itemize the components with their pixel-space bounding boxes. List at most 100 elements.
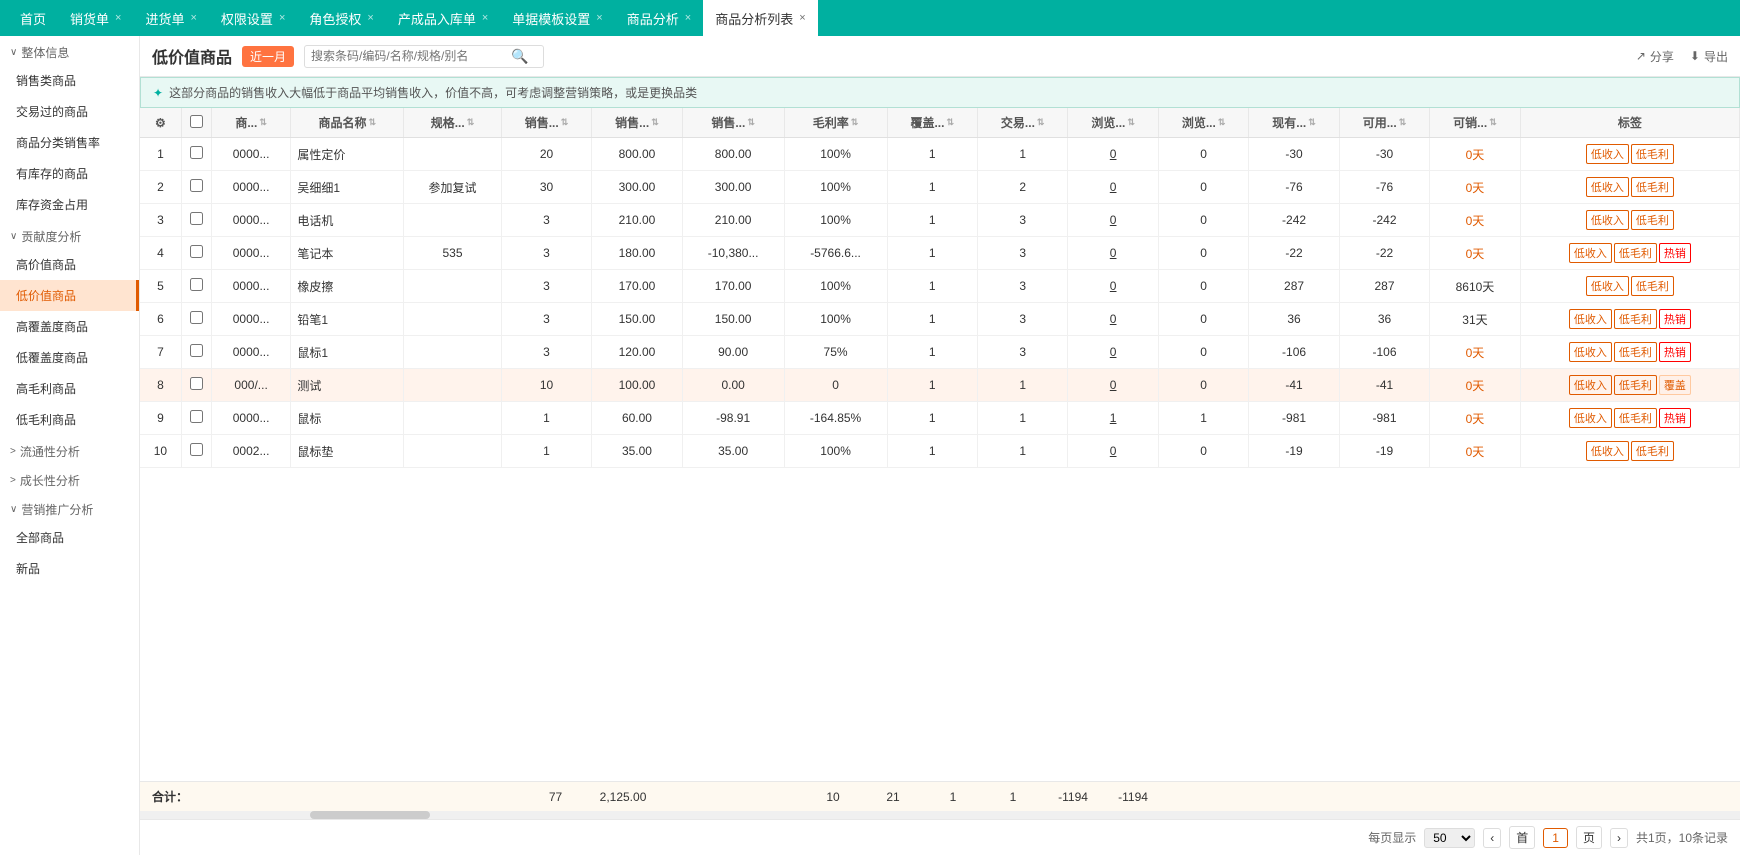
browse-count1[interactable]: 0 [1068, 336, 1158, 369]
browse-count1[interactable]: 0 [1068, 138, 1158, 171]
row-checkbox-cell[interactable] [181, 270, 211, 303]
row-checkbox-cell[interactable] [181, 402, 211, 435]
sort-icon[interactable]: ⇅ [259, 117, 267, 128]
search-icon[interactable]: 🔍 [511, 48, 528, 65]
filter-recent-month-button[interactable]: 近一月 [242, 46, 294, 67]
browse-count[interactable]: 0 [1110, 147, 1117, 161]
sidebar-group-growth[interactable]: > 成长性分析 [0, 464, 139, 493]
export-button[interactable]: ⬇ 导出 [1690, 48, 1728, 65]
sort-icon[interactable]: ⇅ [1489, 117, 1497, 128]
close-icon[interactable]: × [685, 12, 691, 24]
browse-count[interactable]: 0 [1110, 378, 1117, 392]
close-icon[interactable]: × [482, 12, 488, 24]
row-checkbox-cell[interactable] [181, 237, 211, 270]
browse-count1[interactable]: 0 [1068, 369, 1158, 402]
row-checkbox-cell[interactable] [181, 171, 211, 204]
share-button[interactable]: ↗ 分享 [1636, 48, 1674, 65]
sort-icon[interactable]: ⇅ [467, 117, 475, 128]
close-icon[interactable]: × [799, 12, 805, 24]
sort-icon[interactable]: ⇅ [651, 117, 659, 128]
sort-icon[interactable]: ⇅ [369, 117, 377, 128]
browse-count[interactable]: 1 [1110, 411, 1117, 425]
row-checkbox-cell[interactable] [181, 435, 211, 468]
close-icon[interactable]: × [115, 12, 121, 24]
browse-count1[interactable]: 0 [1068, 270, 1158, 303]
browse-count1[interactable]: 0 [1068, 171, 1158, 204]
sidebar-item-high-margin[interactable]: 高毛利商品 [0, 373, 139, 404]
nav-role-auth[interactable]: 角色授权 × [297, 0, 385, 36]
nav-finished-goods[interactable]: 产成品入库单 × [386, 0, 500, 36]
nav-home[interactable]: 首页 [8, 0, 58, 36]
nav-permission[interactable]: 权限设置 × [209, 0, 297, 36]
close-icon[interactable]: × [279, 12, 285, 24]
sidebar-item-low-margin[interactable]: 低毛利商品 [0, 404, 139, 435]
close-icon[interactable]: × [190, 12, 196, 24]
sort-icon[interactable]: ⇅ [1127, 117, 1135, 128]
row-checkbox[interactable] [190, 443, 203, 456]
row-checkbox[interactable] [190, 377, 203, 390]
sidebar-item-low-coverage[interactable]: 低覆盖度商品 [0, 342, 139, 373]
row-checkbox[interactable] [190, 146, 203, 159]
sidebar-group-overall[interactable]: ∨ 整体信息 [0, 36, 139, 65]
prev-page-button[interactable]: 首 [1509, 826, 1535, 849]
sidebar-item-category-sales-rate[interactable]: 商品分类销售率 [0, 127, 139, 158]
sort-icon[interactable]: ⇅ [1218, 117, 1226, 128]
browse-count1[interactable]: 0 [1068, 237, 1158, 270]
sort-icon[interactable]: ⇅ [747, 117, 755, 128]
sort-icon[interactable]: ⇅ [561, 117, 569, 128]
horizontal-scrollbar[interactable] [140, 811, 1740, 819]
row-checkbox[interactable] [190, 212, 203, 225]
next-page-button[interactable]: 页 [1576, 826, 1602, 849]
row-checkbox[interactable] [190, 245, 203, 258]
browse-count1[interactable]: 0 [1068, 435, 1158, 468]
sidebar-item-sales-products[interactable]: 销售类商品 [0, 65, 139, 96]
sort-icon[interactable]: ⇅ [1399, 117, 1407, 128]
browse-count1[interactable]: 0 [1068, 303, 1158, 336]
first-page-button[interactable]: ‹ [1483, 828, 1501, 848]
sidebar-item-traded-products[interactable]: 交易过的商品 [0, 96, 139, 127]
nav-purchase-order[interactable]: 进货单 × [133, 0, 208, 36]
per-page-select[interactable]: 50 100 200 [1424, 828, 1475, 848]
sort-icon[interactable]: ⇅ [946, 117, 954, 128]
sidebar-item-inventory-capital[interactable]: 库存资金占用 [0, 189, 139, 220]
row-checkbox-cell[interactable] [181, 204, 211, 237]
browse-count[interactable]: 0 [1110, 180, 1117, 194]
row-checkbox-cell[interactable] [181, 369, 211, 402]
sidebar-item-new-products[interactable]: 新品 [0, 553, 139, 584]
row-checkbox-cell[interactable] [181, 138, 211, 171]
col-settings[interactable]: ⚙ [140, 108, 181, 138]
row-checkbox[interactable] [190, 278, 203, 291]
browse-count[interactable]: 0 [1110, 312, 1117, 326]
browse-count1[interactable]: 0 [1068, 204, 1158, 237]
sidebar-group-circulation[interactable]: > 流通性分析 [0, 435, 139, 464]
sidebar-group-contribution[interactable]: ∨ 贡献度分析 [0, 220, 139, 249]
row-checkbox[interactable] [190, 179, 203, 192]
sidebar-item-low-value[interactable]: 低价值商品 [0, 280, 139, 311]
browse-count1[interactable]: 1 [1068, 402, 1158, 435]
nav-product-analysis-list[interactable]: 商品分析列表 × [703, 0, 817, 36]
browse-count[interactable]: 0 [1110, 246, 1117, 260]
row-checkbox-cell[interactable] [181, 336, 211, 369]
browse-count[interactable]: 0 [1110, 345, 1117, 359]
search-input[interactable] [311, 49, 511, 63]
sort-icon[interactable]: ⇅ [1037, 117, 1045, 128]
scrollbar-thumb[interactable] [310, 811, 430, 819]
sidebar-group-marketing[interactable]: ∨ 营销推广分析 [0, 493, 139, 522]
browse-count[interactable]: 0 [1110, 444, 1117, 458]
sidebar-item-high-value[interactable]: 高价值商品 [0, 249, 139, 280]
sidebar-item-high-coverage[interactable]: 高覆盖度商品 [0, 311, 139, 342]
browse-count[interactable]: 0 [1110, 213, 1117, 227]
last-page-button[interactable]: › [1610, 828, 1628, 848]
nav-product-analysis[interactable]: 商品分析 × [615, 0, 703, 36]
row-checkbox[interactable] [190, 410, 203, 423]
row-checkbox[interactable] [190, 311, 203, 324]
row-checkbox[interactable] [190, 344, 203, 357]
sort-icon[interactable]: ⇅ [851, 117, 859, 128]
col-checkbox[interactable] [181, 108, 211, 138]
nav-template-settings[interactable]: 单据模板设置 × [500, 0, 614, 36]
sort-icon[interactable]: ⇅ [1308, 117, 1316, 128]
browse-count[interactable]: 0 [1110, 279, 1117, 293]
close-icon[interactable]: × [367, 12, 373, 24]
sidebar-item-all-products[interactable]: 全部商品 [0, 522, 139, 553]
row-checkbox-cell[interactable] [181, 303, 211, 336]
